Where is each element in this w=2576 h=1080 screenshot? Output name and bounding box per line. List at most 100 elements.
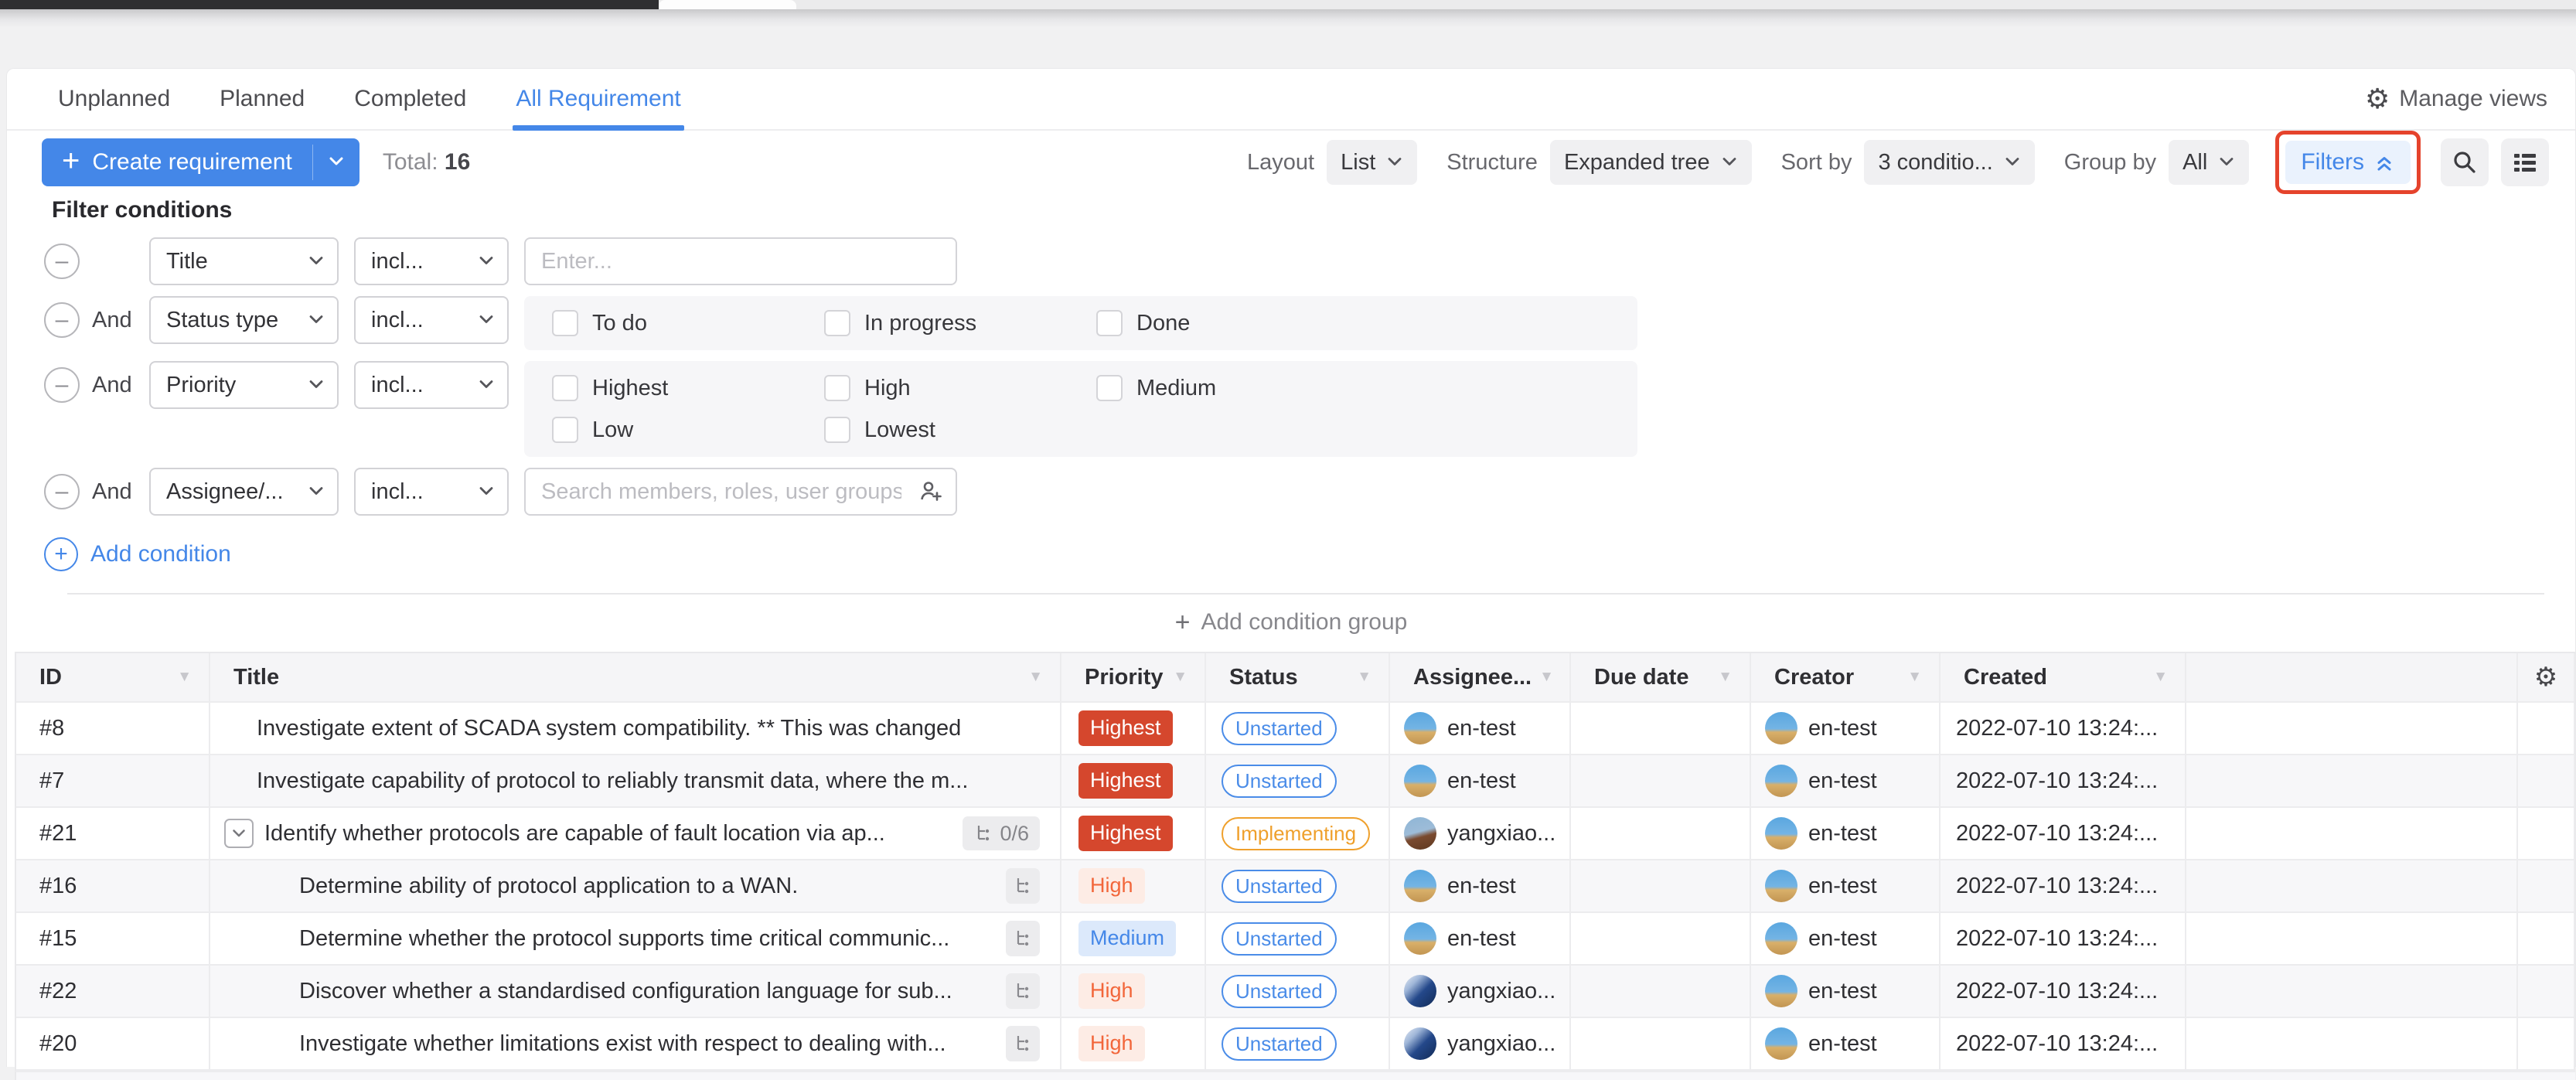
checkbox[interactable] [1096, 375, 1123, 401]
col-header-priority[interactable]: Priority ▼ [1061, 653, 1206, 703]
structure-label: Structure [1446, 149, 1538, 175]
subtask-tree-button[interactable] [1006, 868, 1040, 904]
table-row-21[interactable]: #21 Identify whether protocols are capabl… [16, 808, 2575, 860]
subtask-tree-button[interactable] [1006, 921, 1040, 956]
manage-views-button[interactable]: ⚙ Manage views [2365, 85, 2547, 113]
checkbox-option-in-progress[interactable]: In progress [824, 302, 1096, 344]
subtask-tree-button[interactable] [1006, 973, 1040, 1009]
tab-unplanned[interactable]: Unplanned [58, 69, 170, 129]
checkbox-option-high[interactable]: High [824, 367, 1096, 409]
cell-assignee: yangxiao... [1390, 808, 1571, 860]
table-row-15[interactable]: #15 Determine whether the protocol suppor… [16, 913, 2575, 966]
cell-id: #21 [16, 808, 210, 860]
table-row-22[interactable]: #22 Discover whether a standardised confi… [16, 966, 2575, 1018]
toolbar: + Create requirement Total: 16 Layout Lis… [42, 131, 2549, 194]
field-select[interactable]: Assignee/... [149, 468, 339, 516]
add-condition-button[interactable]: + Add condition [44, 537, 231, 571]
checkbox-option-to-do[interactable]: To do [552, 302, 824, 344]
table-row-7[interactable]: #7 Investigate capability of protocol to … [16, 755, 2575, 808]
cell-spacer [2186, 1018, 2518, 1071]
tab-completed[interactable]: Completed [354, 69, 466, 129]
table-row-16[interactable]: #16 Determine ability of protocol applica… [16, 860, 2575, 913]
col-header-id[interactable]: ID ▼ [16, 653, 210, 703]
operator-select[interactable]: incl... [354, 296, 509, 344]
field-select[interactable]: Priority [149, 361, 339, 409]
checkbox-option-highest[interactable]: Highest [552, 367, 824, 409]
group-by-select[interactable]: All [2169, 140, 2250, 185]
field-select-value: Status type [166, 307, 279, 332]
col-header-created[interactable]: Created ▼ [1941, 653, 2186, 703]
layout-select[interactable]: List [1327, 140, 1418, 185]
list-view-button[interactable] [2501, 138, 2549, 186]
field-select[interactable]: Title [149, 237, 339, 285]
chevron-down-icon [1386, 157, 1403, 168]
tab-all-requirement[interactable]: All Requirement [513, 69, 684, 131]
column-settings-button[interactable]: ⚙ [2518, 653, 2575, 703]
person-add-icon [918, 479, 943, 503]
expand-toggle-button[interactable] [224, 819, 254, 848]
creator-name: en-test [1808, 715, 1877, 741]
member-search-input[interactable] [524, 468, 957, 516]
cell-created: 2022-07-10 13:24:... [1941, 1018, 2186, 1071]
checkbox-option-low[interactable]: Low [552, 409, 824, 451]
search-button[interactable] [2441, 138, 2489, 186]
operator-select[interactable]: incl... [354, 237, 509, 285]
operator-select[interactable]: incl... [354, 468, 509, 516]
total-count: Total: 16 [383, 149, 470, 175]
cell-spacer [2186, 913, 2518, 966]
field-select[interactable]: Status type [149, 296, 339, 344]
filter-text-input[interactable] [524, 237, 957, 285]
table-row-20[interactable]: #20 Investigate whether limitations exist… [16, 1018, 2575, 1071]
checkbox[interactable] [1096, 310, 1123, 336]
checkbox[interactable] [824, 375, 850, 401]
cell-actions [2518, 755, 2575, 808]
checkbox-label: Highest [592, 375, 669, 400]
remove-condition-button[interactable]: – [44, 244, 80, 279]
subtask-tree-button[interactable] [1006, 1026, 1040, 1061]
cell-priority: High [1061, 1018, 1206, 1071]
checkbox[interactable] [552, 417, 578, 443]
subtask-count-badge[interactable]: 0/6 [963, 816, 1040, 850]
cell-assignee: yangxiao... [1390, 966, 1571, 1018]
structure-select[interactable]: Expanded tree [1549, 140, 1752, 185]
filter-triangle-icon: ▼ [1028, 669, 1043, 685]
conjunction-label: And [92, 479, 132, 504]
add-condition-group-button[interactable]: + Add condition group [7, 605, 2575, 639]
checkbox-option-medium[interactable]: Medium [1096, 367, 1368, 409]
create-requirement-button[interactable]: + Create requirement [42, 138, 359, 186]
col-header-label: Created [1964, 664, 2047, 690]
table-row-8[interactable]: #8 Investigate extent of SCADA system com… [16, 703, 2575, 755]
create-requirement-main[interactable]: + Create requirement [42, 138, 312, 186]
checkbox-option-lowest[interactable]: Lowest [824, 409, 1096, 451]
filters-button[interactable]: Filters [2285, 141, 2411, 184]
chevron-down-icon [478, 256, 495, 267]
col-header-label: Due date [1594, 664, 1689, 690]
checkbox-option-done[interactable]: Done [1096, 302, 1368, 344]
title-inner: Determine whether the protocol supports … [210, 921, 1060, 956]
avatar [1404, 817, 1436, 850]
checkbox[interactable] [824, 417, 850, 443]
cell-creator: en-test [1751, 860, 1941, 913]
col-header-status[interactable]: Status ▼ [1206, 653, 1390, 703]
avatar [1765, 975, 1797, 1007]
col-header-title[interactable]: Title ▼ [210, 653, 1061, 703]
checkbox[interactable] [824, 310, 850, 336]
col-header-assignee[interactable]: Assignee... ▼ [1390, 653, 1571, 703]
col-header-due[interactable]: Due date ▼ [1571, 653, 1751, 703]
col-header-creator[interactable]: Creator ▼ [1751, 653, 1941, 703]
operator-select[interactable]: incl... [354, 361, 509, 409]
checkbox[interactable] [552, 310, 578, 336]
requirement-title: Investigate capability of protocol to re… [257, 768, 969, 793]
remove-condition-button[interactable]: – [44, 367, 80, 403]
sort-by-select[interactable]: 3 conditio... [1864, 140, 2035, 185]
browser-dark-bar [0, 0, 659, 9]
checkbox[interactable] [552, 375, 578, 401]
create-dropdown-button[interactable] [313, 138, 359, 186]
checkbox-label: Lowest [864, 417, 935, 442]
chevron-down-icon [478, 315, 495, 325]
tab-planned[interactable]: Planned [220, 69, 305, 129]
remove-condition-button[interactable]: – [44, 302, 80, 338]
member-search-wrap [524, 468, 957, 516]
remove-condition-button[interactable]: – [44, 474, 80, 509]
cell-status: Implementing [1206, 808, 1390, 860]
